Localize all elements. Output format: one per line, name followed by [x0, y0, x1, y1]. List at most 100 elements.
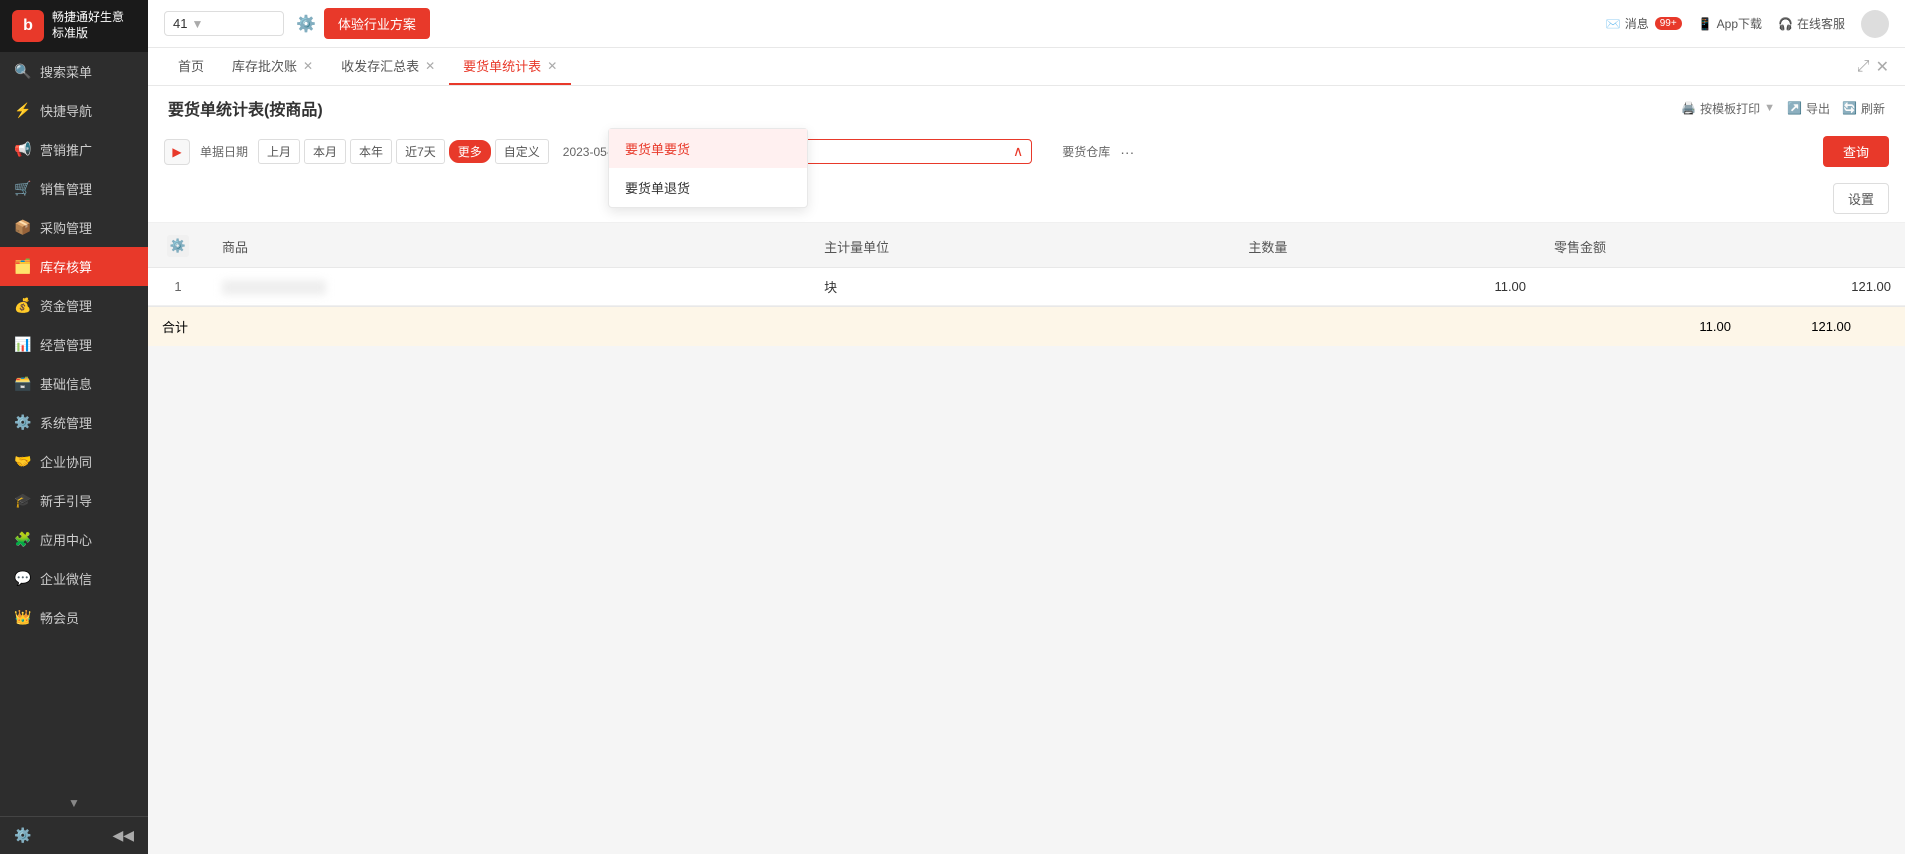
settings-footer-icon[interactable]: ⚙️ — [14, 827, 31, 844]
tab-inventory-batch[interactable]: 库存批次账 ✕ — [218, 48, 327, 85]
tab-receivable[interactable]: 收发存汇总表 ✕ — [327, 48, 449, 85]
topbar-left: 41 ▼ ⚙️ 体验行业方案 — [164, 8, 1594, 39]
export-icon: ↗️ — [1787, 101, 1802, 115]
date-btn-more[interactable]: 更多 — [449, 140, 491, 163]
sidebar-item-operations[interactable]: 📊 经营管理 — [0, 325, 148, 364]
megaphone-icon: 📢 — [14, 141, 32, 158]
dropdown-item-return[interactable]: 要货单退货 — [609, 168, 807, 207]
message-icon: ✉️ — [1606, 17, 1621, 31]
tab-receivable-label: 收发存汇总表 — [341, 56, 419, 75]
filter-expand-button[interactable]: ▶ — [164, 139, 190, 165]
table-row: 1 某商品名称某商品 块 11.00 121.00 — [148, 268, 1905, 306]
collapse-sidebar-icon[interactable]: ◀◀ — [112, 827, 134, 844]
cart-icon: 🛒 — [14, 180, 32, 197]
footer-amount: 121.00 — [1791, 319, 1891, 334]
tab-expand-button[interactable]: ⤢ — [1857, 58, 1870, 76]
sidebar-item-guide[interactable]: 🎓 新手引导 — [0, 481, 148, 520]
col-gear-icon[interactable]: ⚙️ — [167, 235, 189, 257]
crown-icon: 👑 — [14, 609, 32, 626]
footer-qty: 11.00 — [1691, 319, 1791, 334]
headset-icon: 🎧 — [1778, 17, 1793, 31]
export-button[interactable]: ↗️ 导出 — [1787, 100, 1830, 117]
sidebar-item-marketing[interactable]: 📢 营销推广 — [0, 130, 148, 169]
sidebar-enterprise-label: 企业协同 — [40, 452, 92, 471]
sidebar-scroll-down[interactable]: ▼ — [0, 790, 148, 816]
cell-seq: 1 — [148, 268, 208, 306]
cell-amount: 121.00 — [1540, 268, 1905, 306]
sidebar: b 畅捷通好生意 标准版 🔍 搜索菜单 ⚡ 快捷导航 📢 营销推广 🛒 销售管理… — [0, 0, 148, 854]
filter-type-field[interactable] — [801, 145, 1013, 159]
sidebar-inventory-label: 库存核算 — [40, 257, 92, 276]
sidebar-item-sales[interactable]: 🛒 销售管理 — [0, 169, 148, 208]
refresh-icon: 🔄 — [1842, 101, 1857, 115]
chart-icon: 📊 — [14, 336, 32, 353]
print-chevron-icon: ▼ — [1764, 102, 1775, 114]
tab-home[interactable]: 首页 — [164, 48, 218, 85]
dropdown-item-order[interactable]: 要货单要货 — [609, 129, 807, 168]
sidebar-item-system[interactable]: ⚙️ 系统管理 — [0, 403, 148, 442]
query-button[interactable]: 查询 — [1823, 136, 1889, 167]
col-settings: ⚙️ — [148, 225, 208, 268]
sidebar-item-enterprise[interactable]: 🤝 企业协同 — [0, 442, 148, 481]
page-area: 要货单统计表(按商品) 🖨️ 按模板打印 ▼ ↗️ 导出 🔄 刷新 ▶ — [148, 86, 1905, 854]
sidebar-item-purchase[interactable]: 📦 采购管理 — [0, 208, 148, 247]
date-btn-last-month[interactable]: 上月 — [258, 139, 300, 164]
sidebar-basic-label: 基础信息 — [40, 374, 92, 393]
wechat-icon: 💬 — [14, 570, 32, 587]
table-area: ⚙️ 商品 主计量单位 主数量 零售金额 1 某商品名称某商品 — [148, 225, 1905, 346]
sidebar-item-inventory[interactable]: 🗂️ 库存核算 — [0, 247, 148, 286]
box-icon: 📦 — [14, 219, 32, 236]
tab-order-summary[interactable]: 要货单统计表 ✕ — [449, 48, 571, 85]
date-btn-this-year[interactable]: 本年 — [350, 139, 392, 164]
tab-order-close[interactable]: ✕ — [547, 59, 557, 73]
sidebar-item-shortcuts[interactable]: ⚡ 快捷导航 — [0, 91, 148, 130]
tab-receivable-close[interactable]: ✕ — [425, 59, 435, 73]
sidebar-appstore-label: 应用中心 — [40, 530, 92, 549]
topbar-settings-icon[interactable]: ⚙️ — [296, 14, 316, 34]
tab-inventory-batch-label: 库存批次账 — [232, 56, 297, 75]
messages-button[interactable]: ✉️ 消息 99+ — [1606, 15, 1682, 32]
table-settings-button[interactable]: 设置 — [1833, 183, 1889, 214]
cell-unit: 块 — [810, 268, 1234, 306]
col-product: 商品 — [208, 225, 810, 268]
sidebar-item-basic[interactable]: 🗃️ 基础信息 — [0, 364, 148, 403]
cell-qty: 11.00 — [1234, 268, 1540, 306]
online-service-button[interactable]: 🎧 在线客服 — [1778, 15, 1845, 32]
filter-type-input[interactable]: ∧ — [792, 139, 1032, 164]
refresh-button[interactable]: 🔄 刷新 — [1842, 100, 1885, 117]
sidebar-system-label: 系统管理 — [40, 413, 92, 432]
filter-bar: ▶ 单据日期 上月 本月 本年 近7天 更多 自定义 2023-05-06 至 … — [148, 128, 1905, 223]
user-avatar[interactable] — [1861, 10, 1889, 38]
sidebar-shortcuts-label: 快捷导航 — [40, 101, 92, 120]
sidebar-item-search[interactable]: 🔍 搜索菜单 — [0, 52, 148, 91]
company-selector[interactable]: 41 ▼ — [164, 11, 284, 36]
filter-date-label: 单据日期 — [200, 143, 248, 160]
sidebar-purchase-label: 采购管理 — [40, 218, 92, 237]
type-dropdown-menu: 要货单要货 要货单退货 — [608, 128, 808, 208]
date-btn-custom[interactable]: 自定义 — [495, 139, 549, 164]
page-header: 要货单统计表(按商品) 🖨️ 按模板打印 ▼ ↗️ 导出 🔄 刷新 — [148, 86, 1905, 128]
sidebar-item-finance[interactable]: 💰 资金管理 — [0, 286, 148, 325]
sidebar-item-appstore[interactable]: 🧩 应用中心 — [0, 520, 148, 559]
date-btn-this-month[interactable]: 本月 — [304, 139, 346, 164]
print-button[interactable]: 🖨️ 按模板打印 ▼ — [1681, 100, 1775, 117]
tab-inventory-batch-close[interactable]: ✕ — [303, 59, 313, 73]
app-download-button[interactable]: 📱 App下载 — [1698, 15, 1762, 32]
sidebar-item-wechat[interactable]: 💬 企业微信 — [0, 559, 148, 598]
search-icon: 🔍 — [14, 63, 32, 80]
guide-icon: 🎓 — [14, 492, 32, 509]
app-sub: 标准版 — [52, 26, 124, 42]
tab-close-all-button[interactable]: ✕ — [1876, 57, 1889, 77]
filter-warehouse-dots-icon[interactable]: ··· — [1120, 144, 1134, 160]
sidebar-marketing-label: 营销推广 — [40, 140, 92, 159]
tab-home-label: 首页 — [178, 56, 204, 75]
app-name: 畅捷通好生意 — [52, 10, 124, 26]
date-btn-last-7days[interactable]: 近7天 — [396, 139, 445, 164]
inventory-icon: 🗂️ — [14, 258, 32, 275]
sidebar-item-member[interactable]: 👑 畅会员 — [0, 598, 148, 637]
trial-button[interactable]: 体验行业方案 — [324, 8, 430, 39]
filter-type-chevron-icon[interactable]: ∧ — [1013, 143, 1023, 160]
handshake-icon: 🤝 — [14, 453, 32, 470]
page-title: 要货单统计表(按商品) — [168, 96, 323, 120]
main-table: ⚙️ 商品 主计量单位 主数量 零售金额 1 某商品名称某商品 — [148, 225, 1905, 306]
